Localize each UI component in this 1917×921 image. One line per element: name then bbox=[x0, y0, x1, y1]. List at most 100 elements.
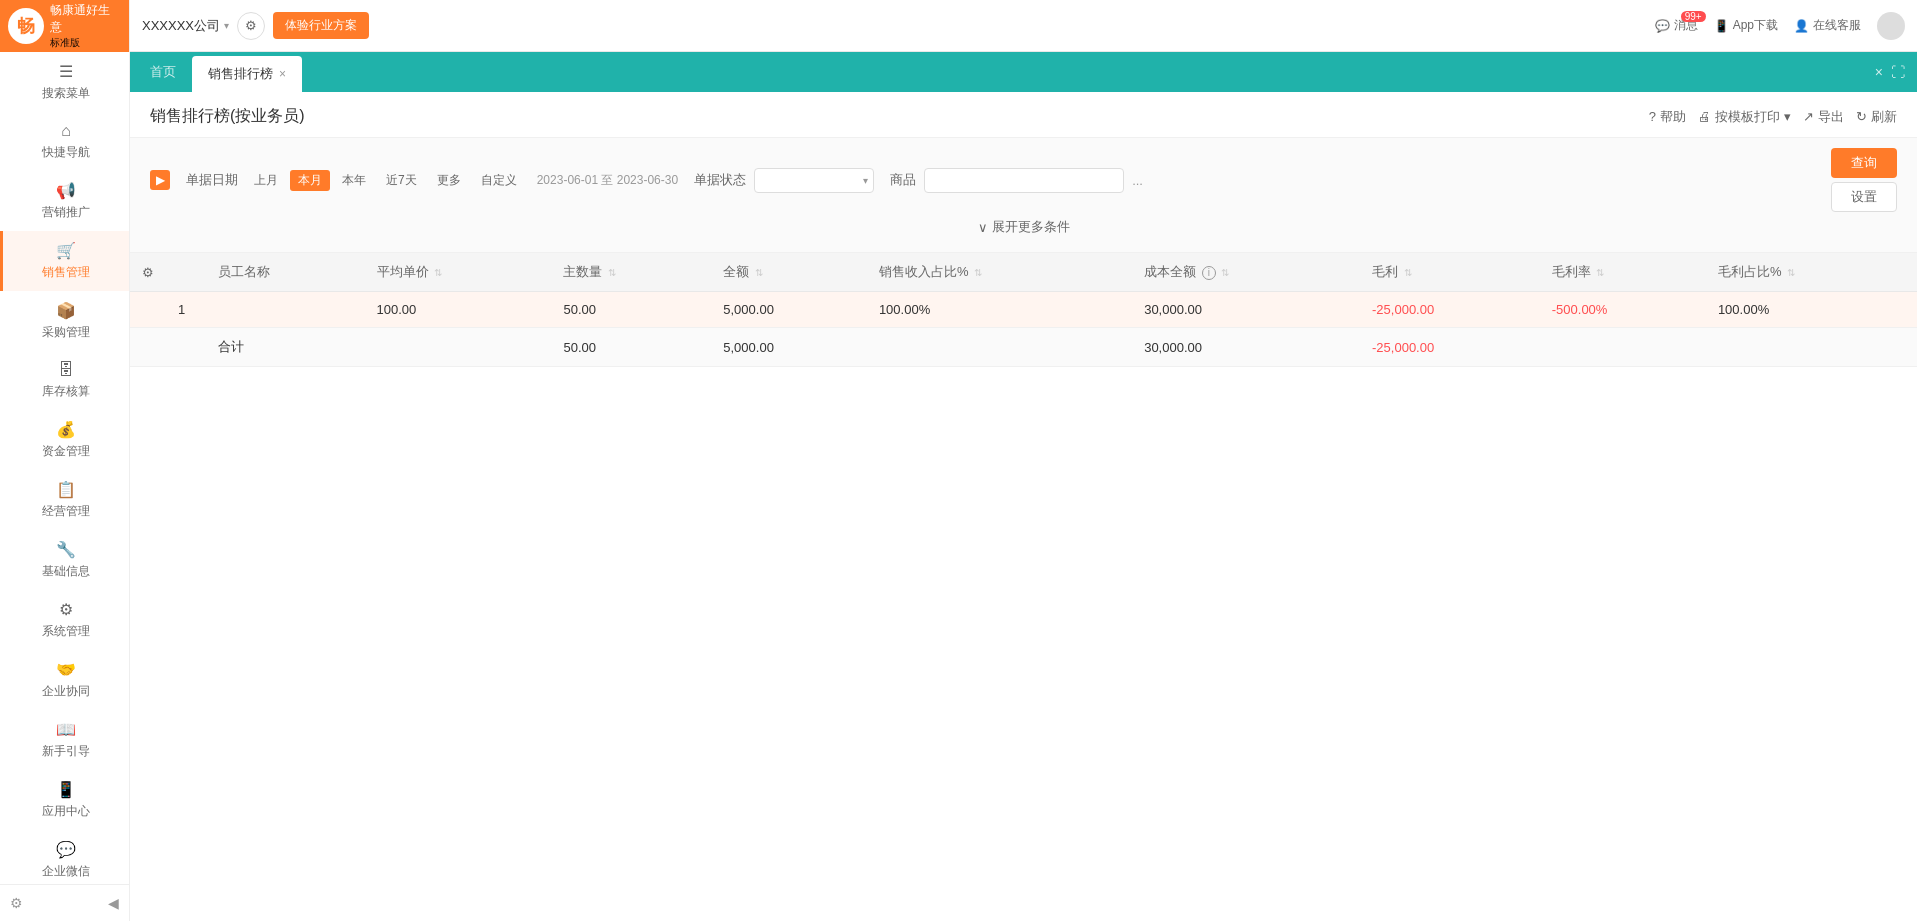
apps-icon: 📱 bbox=[56, 780, 76, 799]
operation-icon: 📋 bbox=[56, 480, 76, 499]
page-header: 销售排行榜(按业务员) ? 帮助 🖨 按模板打印 ▾ ↗ 导出 ↻ 刷新 bbox=[130, 92, 1917, 138]
sidebar-item-basic[interactable]: 🔧 基础信息 bbox=[0, 530, 129, 590]
sidebar-item-operation[interactable]: 📋 经营管理 bbox=[0, 470, 129, 530]
message-badge: 99+ bbox=[1681, 11, 1706, 22]
sidebar-item-label: 搜索菜单 bbox=[42, 85, 90, 102]
sales-icon: 🛒 bbox=[56, 241, 76, 260]
help-button[interactable]: ? 帮助 bbox=[1649, 108, 1686, 126]
tab-close-all-icon[interactable]: × bbox=[1875, 64, 1883, 80]
col-qty: 主数量 ⇅ bbox=[551, 253, 711, 292]
sidebar-item-guide[interactable]: 📖 新手引导 bbox=[0, 710, 129, 770]
collapse-icon[interactable]: ◀ bbox=[108, 895, 119, 911]
sidebar-item-system[interactable]: ⚙ 系统管理 bbox=[0, 590, 129, 650]
header-settings-button[interactable]: ⚙ bbox=[237, 12, 265, 40]
sidebar-item-shortcut[interactable]: ⌂ 快捷导航 bbox=[0, 112, 129, 171]
status-select[interactable] bbox=[754, 168, 874, 193]
filter-toggle-button[interactable]: ▶ bbox=[150, 170, 170, 190]
col-amount: 全额 ⇅ bbox=[711, 253, 867, 292]
print-icon: 🖨 bbox=[1698, 109, 1711, 124]
col-avg-price: 平均单价 ⇅ bbox=[365, 253, 552, 292]
tab-close-icon[interactable]: × bbox=[279, 67, 286, 81]
date-tab-7days[interactable]: 近7天 bbox=[378, 170, 425, 191]
refresh-button[interactable]: ↻ 刷新 bbox=[1856, 108, 1897, 126]
total-row: 合计 50.00 5,000.00 30,000.00 bbox=[130, 328, 1917, 367]
sidebar: 畅 畅康通好生意 标准版 ☰ 搜索菜单 ⌂ 快捷导航 📢 营销推广 🛒 销售管理… bbox=[0, 0, 130, 921]
template-print-button[interactable]: 🖨 按模板打印 ▾ bbox=[1698, 108, 1791, 126]
footer-settings-icon[interactable]: ⚙ bbox=[10, 895, 23, 911]
avg-price-sort-icon[interactable]: ⇅ bbox=[434, 267, 442, 278]
sidebar-item-apps[interactable]: 📱 应用中心 bbox=[0, 770, 129, 830]
profit-rate-sort-icon[interactable]: ⇅ bbox=[1596, 267, 1604, 278]
amount-sort-icon[interactable]: ⇅ bbox=[755, 267, 763, 278]
qty-sort-icon[interactable]: ⇅ bbox=[608, 267, 616, 278]
sidebar-item-marketing[interactable]: 📢 营销推广 bbox=[0, 171, 129, 231]
purchase-icon: 📦 bbox=[56, 301, 76, 320]
sidebar-item-label: 库存核算 bbox=[42, 383, 90, 400]
sidebar-item-wechat[interactable]: 💬 企业微信 bbox=[0, 830, 129, 884]
help-icon: ? bbox=[1649, 109, 1656, 124]
company-selector[interactable]: XXXXXX公司 ▾ bbox=[142, 17, 229, 35]
tab-bar: 首页 销售排行榜 × × ⛶ bbox=[130, 52, 1917, 92]
collab-icon: 🤝 bbox=[56, 660, 76, 679]
profit-pct-sort-icon[interactable]: ⇅ bbox=[1787, 267, 1795, 278]
tab-home[interactable]: 首页 bbox=[134, 52, 192, 92]
cost-sort-icon[interactable]: ⇅ bbox=[1221, 267, 1229, 278]
row-avg-price-cell: 100.00 bbox=[365, 292, 552, 328]
total-profit-cell: -25,000.00 bbox=[1360, 328, 1540, 367]
app-download-button[interactable]: 📱 App下载 bbox=[1714, 17, 1778, 34]
sidebar-item-label: 快捷导航 bbox=[42, 144, 90, 161]
gear-icon: ⚙ bbox=[245, 18, 257, 33]
filter-goods-item: 商品 ... bbox=[890, 168, 1143, 193]
tab-fullscreen-icon[interactable]: ⛶ bbox=[1891, 64, 1905, 80]
sales-pct-sort-icon[interactable]: ⇅ bbox=[974, 267, 982, 278]
header-right: 💬 消息 99+ 📱 App下载 👤 在线客服 bbox=[1655, 12, 1905, 40]
date-tab-last-month[interactable]: 上月 bbox=[246, 170, 286, 191]
avatar[interactable] bbox=[1877, 12, 1905, 40]
sidebar-item-search[interactable]: ☰ 搜索菜单 bbox=[0, 52, 129, 112]
sidebar-item-label: 经营管理 bbox=[42, 503, 90, 520]
total-profit-pct-cell bbox=[1706, 328, 1917, 367]
export-button[interactable]: ↗ 导出 bbox=[1803, 108, 1844, 126]
logo-text: 畅康通好生意 bbox=[50, 2, 121, 36]
date-tab-this-year[interactable]: 本年 bbox=[334, 170, 374, 191]
sidebar-item-purchase[interactable]: 📦 采购管理 bbox=[0, 291, 129, 351]
col-settings[interactable]: ⚙ bbox=[130, 253, 166, 292]
goods-ellipsis-button[interactable]: ... bbox=[1132, 173, 1143, 188]
message-button[interactable]: 💬 消息 99+ bbox=[1655, 17, 1698, 34]
goods-input[interactable] bbox=[924, 168, 1124, 193]
settings-button[interactable]: 设置 bbox=[1831, 182, 1897, 212]
sidebar-item-sales[interactable]: 🛒 销售管理 bbox=[0, 231, 129, 291]
query-button[interactable]: 查询 bbox=[1831, 148, 1897, 178]
sidebar-item-inventory[interactable]: 🗄 库存核算 bbox=[0, 351, 129, 410]
trial-button[interactable]: 体验行业方案 bbox=[273, 12, 369, 39]
sidebar-item-label: 资金管理 bbox=[42, 443, 90, 460]
online-service-button[interactable]: 👤 在线客服 bbox=[1794, 17, 1861, 34]
service-icon: 👤 bbox=[1794, 19, 1809, 33]
marketing-icon: 📢 bbox=[56, 181, 76, 200]
finance-icon: 💰 bbox=[56, 420, 76, 439]
tab-bar-actions: × ⛶ bbox=[1875, 64, 1913, 80]
date-tab-more[interactable]: 更多 bbox=[429, 170, 469, 191]
date-tab-this-month[interactable]: 本月 bbox=[290, 170, 330, 191]
sidebar-item-label: 新手引导 bbox=[42, 743, 90, 760]
logo-icon: 畅 bbox=[8, 8, 44, 44]
sidebar-item-label: 系统管理 bbox=[42, 623, 90, 640]
tab-sales-ranking[interactable]: 销售排行榜 × bbox=[192, 56, 302, 92]
expand-down-icon: ∨ bbox=[978, 220, 988, 235]
print-arrow-icon: ▾ bbox=[1784, 109, 1791, 124]
cost-info-icon[interactable]: i bbox=[1202, 266, 1216, 280]
sidebar-item-finance[interactable]: 💰 资金管理 bbox=[0, 410, 129, 470]
filter-date-item: 单据日期 上月 本月 本年 近7天 更多 自定义 2023-06-01 至 20… bbox=[186, 170, 678, 191]
home-icon: ⌂ bbox=[61, 122, 71, 140]
sidebar-item-collab[interactable]: 🤝 企业协同 bbox=[0, 650, 129, 710]
profit-sort-icon[interactable]: ⇅ bbox=[1404, 267, 1412, 278]
row-amount-cell: 5,000.00 bbox=[711, 292, 867, 328]
date-tab-custom[interactable]: 自定义 bbox=[473, 170, 525, 191]
expand-more-button[interactable]: ∨ 展开更多条件 bbox=[978, 212, 1070, 242]
tab-current-label: 销售排行榜 bbox=[208, 65, 273, 83]
tab-home-label: 首页 bbox=[150, 63, 176, 81]
sidebar-logo: 畅 畅康通好生意 标准版 bbox=[0, 0, 129, 52]
total-sales-pct-cell bbox=[867, 328, 1132, 367]
table-header-row: ⚙ 员工名称 平均单价 ⇅ 主数量 ⇅ bbox=[130, 253, 1917, 292]
message-icon: 💬 bbox=[1655, 19, 1670, 33]
